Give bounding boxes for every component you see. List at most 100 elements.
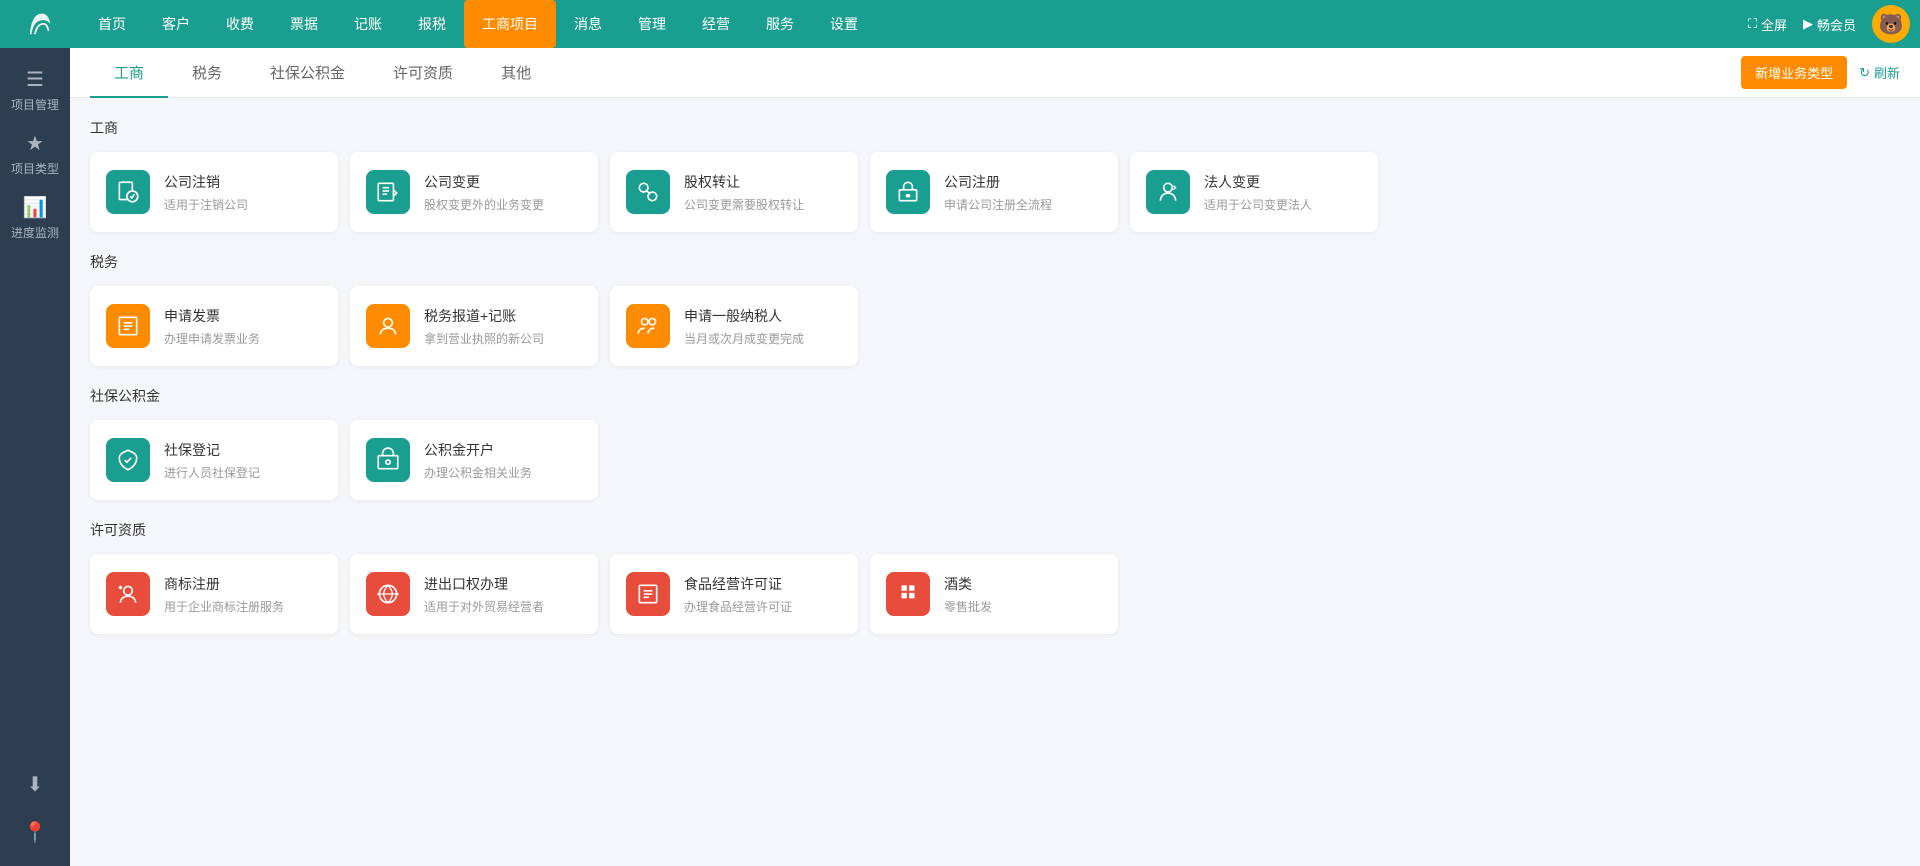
tab-gongshang[interactable]: 工商 — [90, 48, 168, 98]
company-change-title: 公司变更 — [424, 172, 544, 192]
card-social-insurance[interactable]: 社保登记 进行人员社保登记 — [90, 420, 338, 500]
nav-right: ⛶ 全屏 ▶ 畅会员 🐻 — [1748, 5, 1910, 43]
member-icon: ▶ — [1803, 16, 1813, 32]
sidebar-item-project-type[interactable]: ★ 项目类型 — [0, 122, 70, 186]
company-cancel-desc: 适用于注销公司 — [164, 196, 248, 213]
legal-person-change-title: 法人变更 — [1204, 172, 1312, 192]
sidebar-item-progress-monitor[interactable]: 📊 进度监测 — [0, 186, 70, 250]
progress-monitor-icon: 📊 — [23, 195, 48, 220]
section-title-xuke: 许可资质 — [90, 520, 1900, 540]
nav-item-工商项目[interactable]: 工商项目 — [464, 0, 556, 48]
alcohol-desc: 零售批发 — [944, 598, 992, 615]
sidebar-item-label: 项目管理 — [11, 96, 59, 113]
alcohol-icon — [886, 572, 930, 616]
nav-item-消息[interactable]: 消息 — [556, 0, 620, 48]
card-company-register[interactable]: 公司注册 申请公司注册全流程 — [870, 152, 1118, 232]
legal-person-change-desc: 适用于公司变更法人 — [1204, 196, 1312, 213]
nav-menu: 首页客户收费票据记账报税工商项目消息管理经营服务设置 — [70, 0, 1748, 48]
nav-item-收费[interactable]: 收费 — [208, 0, 272, 48]
card-alcohol[interactable]: 酒类 零售批发 — [870, 554, 1118, 634]
card-general-taxpayer[interactable]: 申请一般纳税人 当月或次月成变更完成 — [610, 286, 858, 366]
sidebar-bottom: ⬇ 📍 — [17, 766, 53, 850]
nav-item-报税[interactable]: 报税 — [400, 0, 464, 48]
equity-transfer-title: 股权转让 — [684, 172, 804, 192]
nav-item-经营[interactable]: 经营 — [684, 0, 748, 48]
company-change-text: 公司变更 股权变更外的业务变更 — [424, 172, 544, 213]
company-register-text: 公司注册 申请公司注册全流程 — [944, 172, 1052, 213]
member-button[interactable]: ▶ 畅会员 — [1803, 15, 1856, 34]
section-xuke: 许可资质 商标注册 用于企业商标注册服务 — [90, 520, 1900, 634]
import-export-text: 进出口权办理 适用于对外贸易经营者 — [424, 574, 544, 615]
housing-fund-text: 公积金开户 办理公积金相关业务 — [424, 440, 532, 481]
import-export-title: 进出口权办理 — [424, 574, 544, 594]
food-license-desc: 办理食品经营许可证 — [684, 598, 792, 615]
nav-item-首页[interactable]: 首页 — [80, 0, 144, 48]
trademark-title: 商标注册 — [164, 574, 284, 594]
equity-transfer-icon — [626, 170, 670, 214]
nav-item-管理[interactable]: 管理 — [620, 0, 684, 48]
mascot-avatar[interactable]: 🐻 — [1872, 5, 1910, 43]
tabs-right: 新增业务类型 ↻ 刷新 — [1741, 56, 1900, 89]
tab-shuiwu[interactable]: 税务 — [168, 48, 246, 98]
nav-item-设置[interactable]: 设置 — [812, 0, 876, 48]
section-title-shuiwu: 税务 — [90, 252, 1900, 272]
nav-item-票据[interactable]: 票据 — [272, 0, 336, 48]
alcohol-text: 酒类 零售批发 — [944, 574, 992, 615]
food-license-icon — [626, 572, 670, 616]
company-register-title: 公司注册 — [944, 172, 1052, 192]
tab-shebao[interactable]: 社保公积金 — [246, 48, 369, 98]
tab-xuke[interactable]: 许可资质 — [369, 48, 477, 98]
section-title-gongshang: 工商 — [90, 118, 1900, 138]
card-housing-fund[interactable]: 公积金开户 办理公积金相关业务 — [350, 420, 598, 500]
card-food-license[interactable]: 食品经营许可证 办理食品经营许可证 — [610, 554, 858, 634]
logo[interactable] — [10, 0, 70, 48]
sidebar-item-label: 项目类型 — [11, 160, 59, 177]
refresh-button[interactable]: ↻ 刷新 — [1859, 63, 1900, 82]
scroll-content[interactable]: 工商 公司注销 适用于注销公司 — [70, 98, 1920, 866]
card-company-cancel[interactable]: 公司注销 适用于注销公司 — [90, 152, 338, 232]
company-change-desc: 股权变更外的业务变更 — [424, 196, 544, 213]
download-icon[interactable]: ⬇ — [17, 766, 53, 802]
import-export-icon — [366, 572, 410, 616]
fullscreen-label: 全屏 — [1761, 15, 1787, 34]
content-area: 工商 税务 社保公积金 许可资质 其他 新增业务类型 ↻ 刷新 工商 — [70, 48, 1920, 866]
legal-person-change-text: 法人变更 适用于公司变更法人 — [1204, 172, 1312, 213]
nav-item-记账[interactable]: 记账 — [336, 0, 400, 48]
apply-invoice-icon — [106, 304, 150, 348]
general-taxpayer-text: 申请一般纳税人 当月或次月成变更完成 — [684, 306, 804, 347]
card-import-export[interactable]: 进出口权办理 适用于对外贸易经营者 — [350, 554, 598, 634]
add-type-button[interactable]: 新增业务类型 — [1741, 56, 1847, 89]
apply-invoice-desc: 办理申请发票业务 — [164, 330, 260, 347]
location-icon[interactable]: 📍 — [17, 814, 53, 850]
social-insurance-title: 社保登记 — [164, 440, 260, 460]
card-trademark[interactable]: 商标注册 用于企业商标注册服务 — [90, 554, 338, 634]
apply-invoice-title: 申请发票 — [164, 306, 260, 326]
equity-transfer-text: 股权转让 公司变更需要股权转让 — [684, 172, 804, 213]
cards-grid-shuiwu: 申请发票 办理申请发票业务 税务报道+记账 拿到营业执照的新公司 — [90, 286, 1900, 366]
card-tax-report[interactable]: 税务报道+记账 拿到营业执照的新公司 — [350, 286, 598, 366]
card-legal-person-change[interactable]: 法人变更 适用于公司变更法人 — [1130, 152, 1378, 232]
sidebar-item-label: 进度监测 — [11, 224, 59, 241]
section-gongshang: 工商 公司注销 适用于注销公司 — [90, 118, 1900, 232]
card-equity-transfer[interactable]: 股权转让 公司变更需要股权转让 — [610, 152, 858, 232]
nav-item-服务[interactable]: 服务 — [748, 0, 812, 48]
tax-report-text: 税务报道+记账 拿到营业执照的新公司 — [424, 306, 544, 347]
apply-invoice-text: 申请发票 办理申请发票业务 — [164, 306, 260, 347]
legal-person-change-icon — [1146, 170, 1190, 214]
food-license-title: 食品经营许可证 — [684, 574, 792, 594]
housing-fund-title: 公积金开户 — [424, 440, 532, 460]
company-register-icon — [886, 170, 930, 214]
card-apply-invoice[interactable]: 申请发票 办理申请发票业务 — [90, 286, 338, 366]
member-label: 畅会员 — [1817, 15, 1856, 34]
general-taxpayer-title: 申请一般纳税人 — [684, 306, 804, 326]
sidebar-item-project-management[interactable]: ☰ 项目管理 — [0, 58, 70, 122]
housing-fund-icon — [366, 438, 410, 482]
project-management-icon: ☰ — [26, 67, 44, 92]
trademark-desc: 用于企业商标注册服务 — [164, 598, 284, 615]
card-company-change[interactable]: 公司变更 股权变更外的业务变更 — [350, 152, 598, 232]
fullscreen-button[interactable]: ⛶ 全屏 — [1748, 15, 1787, 34]
nav-item-客户[interactable]: 客户 — [144, 0, 208, 48]
tab-other[interactable]: 其他 — [477, 48, 555, 98]
section-shebao: 社保公积金 社保登记 进行人员社保登记 — [90, 386, 1900, 500]
housing-fund-desc: 办理公积金相关业务 — [424, 464, 532, 481]
